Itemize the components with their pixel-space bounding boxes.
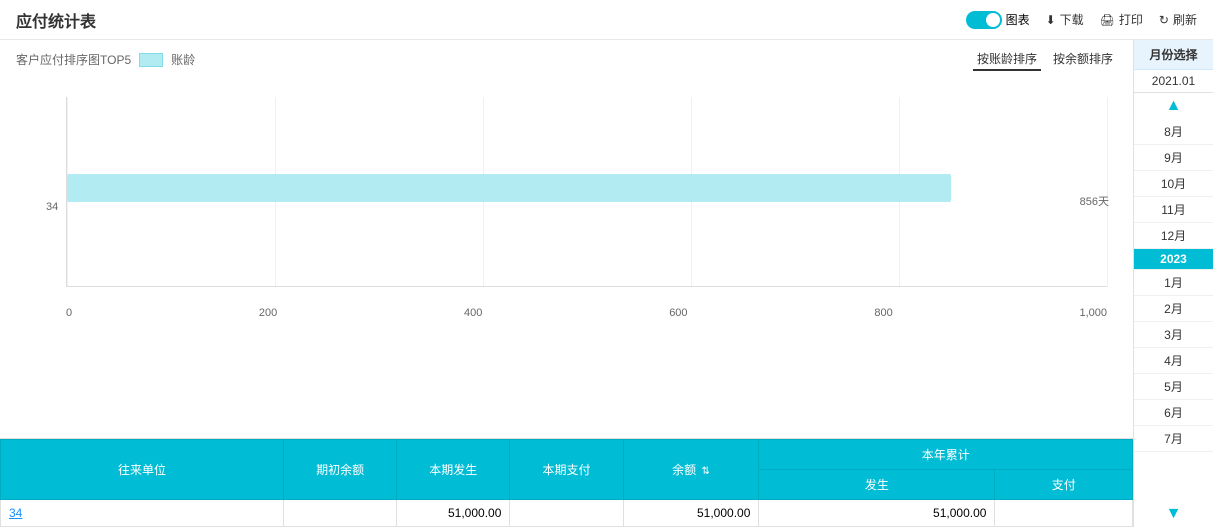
month-list: 8月 9月 10月 11月 12月 2023 1月 2月 3月 4月 5月 6月… (1134, 119, 1213, 501)
refresh-label: 刷新 (1173, 11, 1197, 28)
th-ytd-payment: 支付 (995, 470, 1133, 500)
download-icon: ⬇ (1046, 13, 1056, 27)
print-button[interactable]: 🖨 打印 (1100, 11, 1143, 28)
td-current-amount: 51,000.00 (397, 500, 510, 527)
month-item-4[interactable]: 4月 (1134, 348, 1213, 374)
current-year-label[interactable]: 2023 (1134, 249, 1213, 270)
table-row: 34 51,000.00 51,000.00 51,000.00 (1, 500, 1133, 527)
chart-toggle[interactable]: 图表 (966, 11, 1030, 29)
x-tick-200: 200 (259, 307, 277, 319)
chart-label: 图表 (1006, 11, 1030, 28)
th-unit: 往来单位 (1, 440, 284, 500)
sidebar: 月份选择 2021.01 ▲ 8月 9月 10月 11月 12月 2023 1月… (1133, 40, 1213, 527)
th-opening: 期初余额 (284, 440, 397, 500)
download-label: 下载 (1060, 11, 1084, 28)
x-tick-0: 0 (66, 307, 72, 319)
month-item-6[interactable]: 6月 (1134, 400, 1213, 426)
main-area: 客户应付排序图TOP5 账龄 按账龄排序 按余额排序 (0, 40, 1213, 527)
refresh-button[interactable]: ↻ 刷新 (1159, 11, 1197, 28)
print-label: 打印 (1119, 11, 1143, 28)
table-header-row: 往来单位 期初余额 本期发生 本期支付 余额 ⇅ 本年累计 (1, 440, 1133, 470)
y-axis-value: 34 (46, 201, 58, 213)
sort-by-amount-button[interactable]: 按余额排序 (1049, 48, 1117, 71)
download-button[interactable]: ⬇ 下载 (1046, 11, 1084, 28)
unit-link[interactable]: 34 (9, 506, 22, 520)
month-item-11[interactable]: 11月 (1134, 197, 1213, 223)
table-wrapper[interactable]: 往来单位 期初余额 本期发生 本期支付 余额 ⇅ 本年累计 (0, 439, 1133, 527)
bar-row (67, 173, 1107, 203)
td-unit: 34 (1, 500, 284, 527)
x-tick-400: 400 (464, 307, 482, 319)
chevron-up-icon: ▲ (1166, 97, 1182, 115)
th-ytd: 本年累计 (759, 440, 1133, 470)
th-current-amount: 本期发生 (397, 440, 510, 500)
sidebar-year[interactable]: 2021.01 (1134, 70, 1213, 93)
data-table: 往来单位 期初余额 本期发生 本期支付 余额 ⇅ 本年累计 (0, 439, 1133, 527)
chart-legend: 客户应付排序图TOP5 账龄 (16, 51, 195, 68)
x-tick-600: 600 (669, 307, 687, 319)
chart-section: 客户应付排序图TOP5 账龄 按账龄排序 按余额排序 (0, 40, 1133, 527)
td-ytd-amount: 51,000.00 (759, 500, 995, 527)
td-current-payment (510, 500, 623, 527)
chart-header: 客户应付排序图TOP5 账龄 按账龄排序 按余额排序 (0, 40, 1133, 79)
sidebar-title: 月份选择 (1134, 40, 1213, 70)
page-header: 应付统计表 图表 ⬇ 下载 🖨 打印 ↻ 刷新 (0, 0, 1213, 40)
td-balance: 51,000.00 (623, 500, 759, 527)
chevron-down-icon: ▼ (1166, 505, 1182, 523)
chart-sort: 按账龄排序 按余额排序 (973, 48, 1117, 71)
page-title: 应付统计表 (16, 8, 96, 32)
legend-label: 客户应付排序图TOP5 (16, 51, 131, 68)
sort-by-balance-button[interactable]: 按账龄排序 (973, 48, 1041, 71)
month-item-3[interactable]: 3月 (1134, 322, 1213, 348)
legend-box (139, 53, 163, 67)
x-axis: 0 200 400 600 800 1,000 (66, 307, 1107, 319)
bar-end-label: 856天 (1080, 193, 1109, 209)
toggle-track[interactable] (966, 11, 1002, 29)
td-ytd-payment (995, 500, 1133, 527)
th-ytd-amount: 发生 (759, 470, 995, 500)
x-tick-800: 800 (874, 307, 892, 319)
refresh-icon: ↻ (1159, 13, 1169, 27)
month-item-2[interactable]: 2月 (1134, 296, 1213, 322)
header-actions: 图表 ⬇ 下载 🖨 打印 ↻ 刷新 (966, 11, 1197, 29)
toggle-thumb (986, 13, 1000, 27)
month-item-7[interactable]: 7月 (1134, 426, 1213, 452)
th-current-payment: 本期支付 (510, 440, 623, 500)
nav-down-button[interactable]: ▼ (1134, 501, 1213, 527)
legend-box-label: 账龄 (171, 51, 195, 68)
td-opening (284, 500, 397, 527)
nav-up-button[interactable]: ▲ (1134, 93, 1213, 119)
bar-fill (67, 174, 951, 202)
print-icon: 🖨 (1100, 13, 1115, 27)
balance-icon: ⇅ (701, 466, 709, 477)
month-item-12[interactable]: 12月 (1134, 223, 1213, 249)
th-balance: 余额 ⇅ (623, 440, 759, 500)
chart-canvas: 34 856天 0 200 400 600 800 1,000 (0, 79, 1133, 438)
table-section: 往来单位 期初余额 本期发生 本期支付 余额 ⇅ 本年累计 (0, 438, 1133, 527)
month-item-5[interactable]: 5月 (1134, 374, 1213, 400)
month-item-8[interactable]: 8月 (1134, 119, 1213, 145)
month-item-1[interactable]: 1月 (1134, 270, 1213, 296)
x-tick-1000: 1,000 (1079, 307, 1107, 319)
month-item-10[interactable]: 10月 (1134, 171, 1213, 197)
month-item-9[interactable]: 9月 (1134, 145, 1213, 171)
